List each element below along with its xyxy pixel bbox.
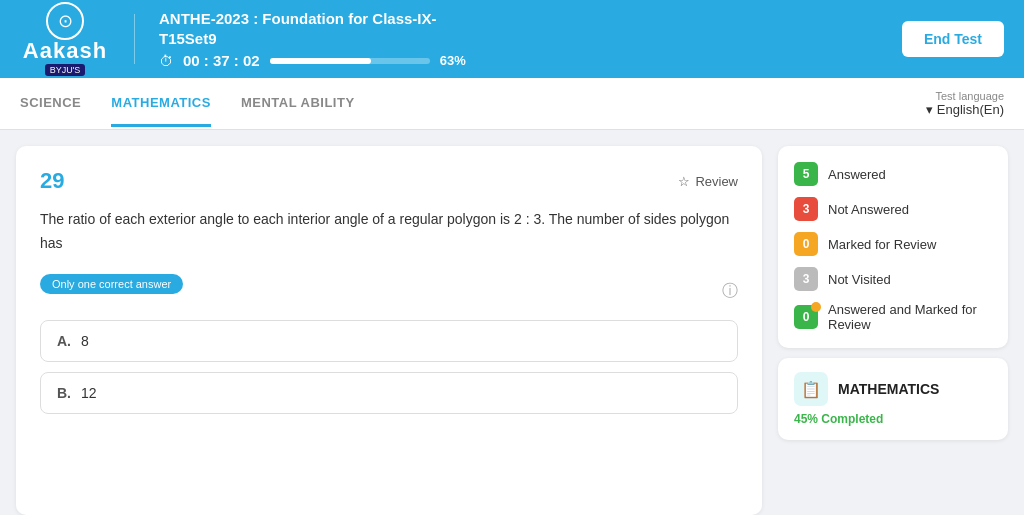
chevron-down-icon: ▾ (926, 102, 933, 117)
answered-marked-wrapper: 0 (794, 305, 818, 329)
lang-value-text: English(En) (937, 102, 1004, 117)
progress-bar-fill (270, 58, 371, 64)
logo-icon: ⊙ (46, 2, 84, 40)
logo-text: Aakash (23, 40, 107, 62)
legend-marked: 0 Marked for Review (794, 232, 992, 256)
progress-bar-container (270, 58, 430, 64)
option-a-label: A. (57, 333, 71, 349)
question-number: 29 (40, 168, 64, 194)
question-header: 29 ☆ Review (40, 168, 738, 194)
option-b-value: 12 (81, 385, 97, 401)
tabs-bar: SCIENCE MATHEMATICS MENTAL ABILITY Test … (0, 78, 1024, 130)
end-test-button[interactable]: End Test (902, 21, 1004, 57)
tab-mental-ability[interactable]: MENTAL ABILITY (241, 81, 355, 127)
subject-name: MATHEMATICS (838, 381, 939, 397)
timer-icon: ⏱ (159, 53, 173, 69)
badge-row: Only one correct answer ⓘ (40, 274, 738, 310)
legend-answered: 5 Answered (794, 162, 992, 186)
legend-card: 5 Answered 3 Not Answered 0 Marked for R… (778, 146, 1008, 348)
timer-value: 00 : 37 : 02 (183, 52, 260, 69)
answered-marked-dot (811, 302, 821, 312)
option-a-value: 8 (81, 333, 89, 349)
subject-icon: 📋 (794, 372, 828, 406)
legend-answered-marked: 0 Answered and Marked for Review (794, 302, 992, 332)
question-text: The ratio of each exterior angle to each… (40, 208, 738, 256)
legend-not-answered: 3 Not Answered (794, 197, 992, 221)
answered-marked-label: Answered and Marked for Review (828, 302, 992, 332)
exam-title-line1: ANTHE-2023 : Foundation for Class-IX- (159, 9, 886, 29)
language-selector[interactable]: Test language ▾ English(En) (926, 90, 1004, 117)
not-visited-label: Not Visited (828, 272, 891, 287)
app-header: ⊙ Aakash BYJU'S ANTHE-2023 : Foundation … (0, 0, 1024, 78)
tab-mathematics[interactable]: MATHEMATICS (111, 81, 211, 127)
review-button[interactable]: ☆ Review (678, 174, 738, 189)
subject-card-header: 📋 MATHEMATICS (794, 372, 992, 406)
header-info: ANTHE-2023 : Foundation for Class-IX- T1… (159, 9, 886, 69)
logo-byju: BYJU'S (45, 64, 86, 76)
lang-label: Test language (936, 90, 1005, 102)
option-b-label: B. (57, 385, 71, 401)
star-icon: ☆ (678, 174, 690, 189)
not-answered-label: Not Answered (828, 202, 909, 217)
header-divider (134, 14, 135, 64)
subject-tabs: SCIENCE MATHEMATICS MENTAL ABILITY (20, 81, 926, 127)
answered-badge: 5 (794, 162, 818, 186)
review-label: Review (695, 174, 738, 189)
legend-not-visited: 3 Not Visited (794, 267, 992, 291)
main-content: 29 ☆ Review The ratio of each exterior a… (0, 130, 1024, 515)
not-visited-badge: 3 (794, 267, 818, 291)
marked-badge: 0 (794, 232, 818, 256)
exam-title-line2: T15Set9 (159, 29, 886, 49)
option-b[interactable]: B. 12 (40, 372, 738, 414)
info-icon[interactable]: ⓘ (722, 281, 738, 302)
marked-label: Marked for Review (828, 237, 936, 252)
logo-area: ⊙ Aakash BYJU'S (20, 2, 110, 76)
subject-card: 📋 MATHEMATICS 45% Completed (778, 358, 1008, 440)
lang-value[interactable]: ▾ English(En) (926, 102, 1004, 117)
not-answered-badge: 3 (794, 197, 818, 221)
option-a[interactable]: A. 8 (40, 320, 738, 362)
tab-science[interactable]: SCIENCE (20, 81, 81, 127)
progress-percent: 63% (440, 53, 466, 68)
right-panel: 5 Answered 3 Not Answered 0 Marked for R… (778, 146, 1008, 515)
answered-label: Answered (828, 167, 886, 182)
answer-type-badge: Only one correct answer (40, 274, 183, 294)
question-panel: 29 ☆ Review The ratio of each exterior a… (16, 146, 762, 515)
completed-text: 45% Completed (794, 412, 992, 426)
timer-row: ⏱ 00 : 37 : 02 63% (159, 52, 886, 69)
